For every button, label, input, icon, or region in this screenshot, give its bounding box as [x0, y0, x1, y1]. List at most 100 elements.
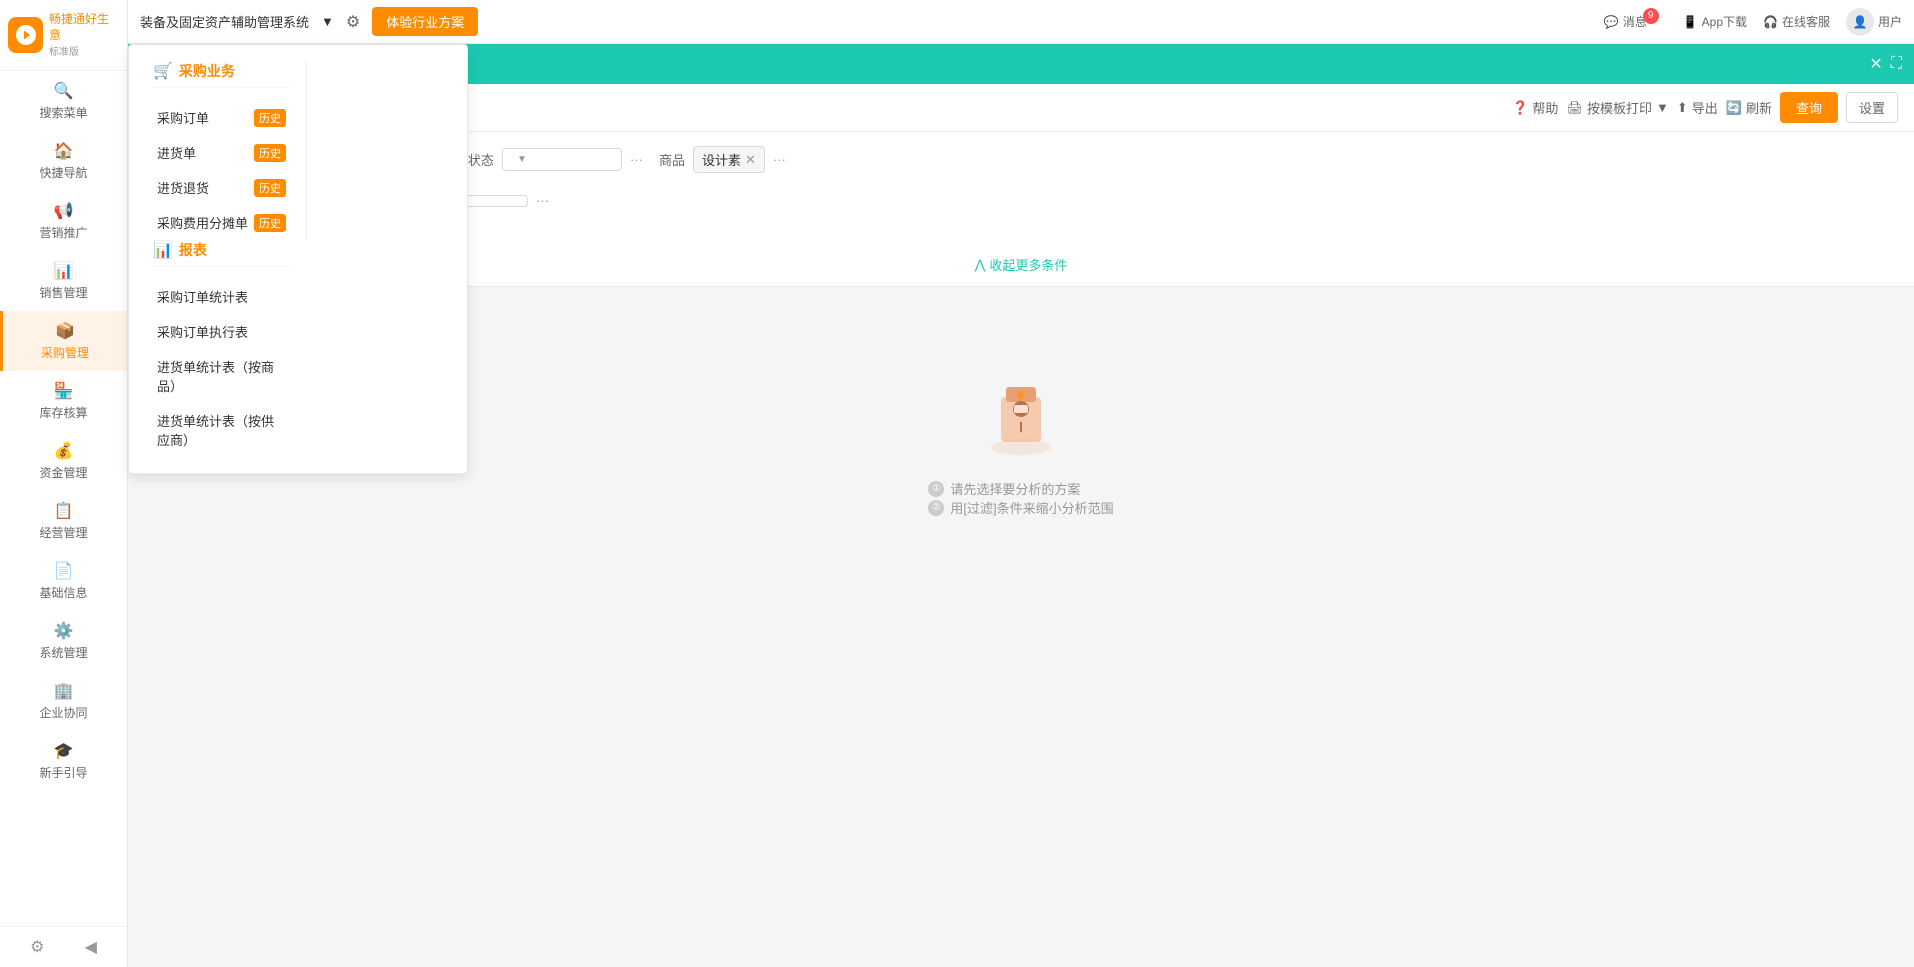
- purchase-dropdown-menu: 🛒 采购业务 采购订单 历史 进货单 历史 进货退货 历史 采购费用分摊单 历史: [128, 44, 468, 474]
- purchase-goods-in-item[interactable]: 进货单 历史: [153, 135, 290, 170]
- help-label: 帮助: [1532, 98, 1558, 117]
- purchase-expense-label: 采购费用分摊单: [157, 213, 248, 232]
- sidebar-item-marketing-label: 营销推广: [39, 224, 87, 241]
- collapse-sidebar-icon[interactable]: ◀: [85, 937, 97, 957]
- sidebar-item-inventory-label: 库存核算: [39, 404, 87, 421]
- empty-step-1: ① 请先选择要分析的方案: [928, 479, 1113, 498]
- app-download-btn[interactable]: 📱 App下载: [1683, 13, 1747, 30]
- report-section-icon: 📊: [153, 240, 173, 260]
- empty-step-2: ② 用[过滤]条件来缩小分析范围: [928, 498, 1113, 517]
- user-area[interactable]: 👤 用户: [1846, 8, 1902, 36]
- user-avatar: 👤: [1846, 8, 1874, 36]
- sidebar-item-basic-info[interactable]: 📄 基础信息: [0, 551, 127, 611]
- empty-illustration: [971, 367, 1071, 467]
- sidebar-nav: 🔍 搜索菜单 🏠 快捷导航 📢 营销推广 📊 销售管理 📦 采购管理 🏪: [0, 71, 127, 926]
- online-service-btn[interactable]: 🎧 在线客服: [1763, 13, 1830, 30]
- inventory-icon: 🏪: [54, 381, 74, 401]
- report-order-exec-item[interactable]: 采购订单执行表: [153, 314, 290, 349]
- sidebar-bottom: ⚙ ◀: [0, 926, 127, 967]
- sidebar-item-corp[interactable]: 🏢 企业协同: [0, 671, 127, 731]
- collapse-label: 收起更多条件: [989, 255, 1067, 274]
- report-order-exec-label: 采购订单执行表: [157, 322, 248, 341]
- query-btn[interactable]: 查询: [1780, 92, 1838, 123]
- topbar: 装备及固定资产辅助管理系统 ▼ ⚙ 体验行业方案 💬 消息 9 📱 App下载 …: [128, 0, 1914, 44]
- export-label: 导出: [1692, 98, 1718, 117]
- report-goods-stat-item[interactable]: 进货单统计表（按商品）: [153, 349, 290, 403]
- report-order-stat-item[interactable]: 采购订单统计表: [153, 279, 290, 314]
- system-title: 装备及固定资产辅助管理系统: [140, 12, 309, 31]
- order-status-more[interactable]: ···: [630, 152, 643, 167]
- tabbar-right-controls: ✕ ⛶: [1869, 54, 1902, 74]
- system-dropdown[interactable]: ▼: [321, 14, 334, 29]
- export-btn[interactable]: ⬆ 导出: [1677, 98, 1718, 117]
- sidebar-item-operation[interactable]: 📋 经营管理: [0, 491, 127, 551]
- settings-btn[interactable]: 设置: [1846, 92, 1898, 123]
- logo-icon: [8, 17, 43, 53]
- notification-area[interactable]: 💬 消息 9: [1604, 13, 1667, 30]
- sidebar-item-guide[interactable]: 🎓 新手引导: [0, 731, 127, 791]
- refresh-label: 刷新: [1746, 98, 1772, 117]
- sidebar-item-basic-info-label: 基础信息: [39, 584, 87, 601]
- topbar-right: 💬 消息 9 📱 App下载 🎧 在线客服 👤 用户: [1604, 8, 1902, 36]
- goods-tag: 设计素 ✕: [693, 146, 765, 173]
- message-icon: 💬: [1604, 15, 1619, 29]
- sidebar-item-purchase-label: 采购管理: [41, 344, 89, 361]
- collapse-up-icon: ⋀: [975, 257, 986, 273]
- order-status-select[interactable]: ▼: [502, 148, 622, 171]
- purchase-icon: 📦: [55, 321, 75, 341]
- sidebar: 畅捷通好生意 标准版 🔍 搜索菜单 🏠 快捷导航 📢 营销推广 📊 销售管理: [0, 0, 128, 967]
- sidebar-item-search[interactable]: 🔍 搜索菜单: [0, 71, 127, 131]
- close-tab-icon[interactable]: ✕: [1869, 54, 1882, 74]
- help-icon: ❓: [1512, 100, 1528, 116]
- sidebar-item-system[interactable]: ⚙️ 系统管理: [0, 611, 127, 671]
- purchase-order-badge: 历史: [254, 109, 286, 127]
- refresh-btn[interactable]: 🔄 刷新: [1726, 98, 1772, 117]
- order-status-filter: 单据状态 ▼ ···: [442, 148, 643, 171]
- empty-steps: ① 请先选择要分析的方案 ② 用[过滤]条件来缩小分析范围: [928, 479, 1113, 517]
- report-section: 📊 报表 采购订单统计表 采购订单执行表 进货单统计表（按商品） 进货单统计表（…: [145, 240, 298, 457]
- sidebar-item-guide-label: 新手引导: [39, 764, 87, 781]
- purchase-order-label: 采购订单: [157, 108, 209, 127]
- purchase-goods-in-badge: 历史: [254, 144, 286, 162]
- sidebar-item-sales[interactable]: 📊 销售管理: [0, 251, 127, 311]
- print-label: 按模板打印: [1587, 98, 1652, 117]
- report-section-title: 📊 报表: [153, 240, 290, 267]
- report-goods-stat-label: 进货单统计表（按商品）: [157, 357, 286, 395]
- logo-badge: 标准版: [49, 43, 119, 58]
- report-supplier-stat-label: 进货单统计表（按供应商）: [157, 411, 286, 449]
- empty-step2-text: 用[过滤]条件来缩小分析范围: [950, 498, 1113, 517]
- sales-rep-more[interactable]: ···: [536, 193, 549, 208]
- basic-info-icon: 📄: [54, 561, 74, 581]
- sidebar-item-quick-nav[interactable]: 🏠 快捷导航: [0, 131, 127, 191]
- headset-icon: 🎧: [1763, 15, 1778, 29]
- purchase-expense-item[interactable]: 采购费用分摊单 历史: [153, 205, 290, 240]
- purchase-return-badge: 历史: [254, 179, 286, 197]
- sidebar-item-sales-label: 销售管理: [39, 284, 87, 301]
- topbar-settings-icon[interactable]: ⚙: [346, 12, 360, 32]
- phone-icon: 📱: [1683, 15, 1698, 29]
- print-dropdown-icon: ▼: [1656, 100, 1669, 115]
- print-btn[interactable]: 🖨 按模板打印 ▼: [1566, 98, 1668, 117]
- sidebar-item-corp-label: 企业协同: [39, 704, 87, 721]
- sidebar-item-finance[interactable]: 💰 资金管理: [0, 431, 127, 491]
- goods-more[interactable]: ···: [773, 152, 786, 167]
- goods-tag-close[interactable]: ✕: [745, 152, 756, 168]
- purchase-section-label: 采购业务: [179, 61, 235, 81]
- industry-btn[interactable]: 体验行业方案: [372, 7, 478, 36]
- purchase-return-item[interactable]: 进货退货 历史: [153, 170, 290, 205]
- expand-icon[interactable]: ⛶: [1891, 55, 1902, 73]
- online-service-label: 在线客服: [1782, 13, 1830, 30]
- purchase-order-item[interactable]: 采购订单 历史: [153, 100, 290, 135]
- report-supplier-stat-item[interactable]: 进货单统计表（按供应商）: [153, 403, 290, 457]
- goods-tag-value: 设计素: [702, 150, 741, 169]
- print-icon: 🖨: [1566, 100, 1583, 116]
- sidebar-item-inventory[interactable]: 🏪 库存核算: [0, 371, 127, 431]
- sales-icon: 📊: [54, 261, 74, 281]
- help-btn[interactable]: ❓ 帮助: [1512, 98, 1558, 117]
- settings-bottom-icon[interactable]: ⚙: [30, 937, 44, 957]
- sidebar-item-marketing[interactable]: 📢 营销推广: [0, 191, 127, 251]
- purchase-goods-in-label: 进货单: [157, 143, 196, 162]
- sidebar-item-operation-label: 经营管理: [39, 524, 87, 541]
- sidebar-item-purchase[interactable]: 📦 采购管理: [0, 311, 127, 371]
- app-download-label: App下载: [1702, 13, 1747, 30]
